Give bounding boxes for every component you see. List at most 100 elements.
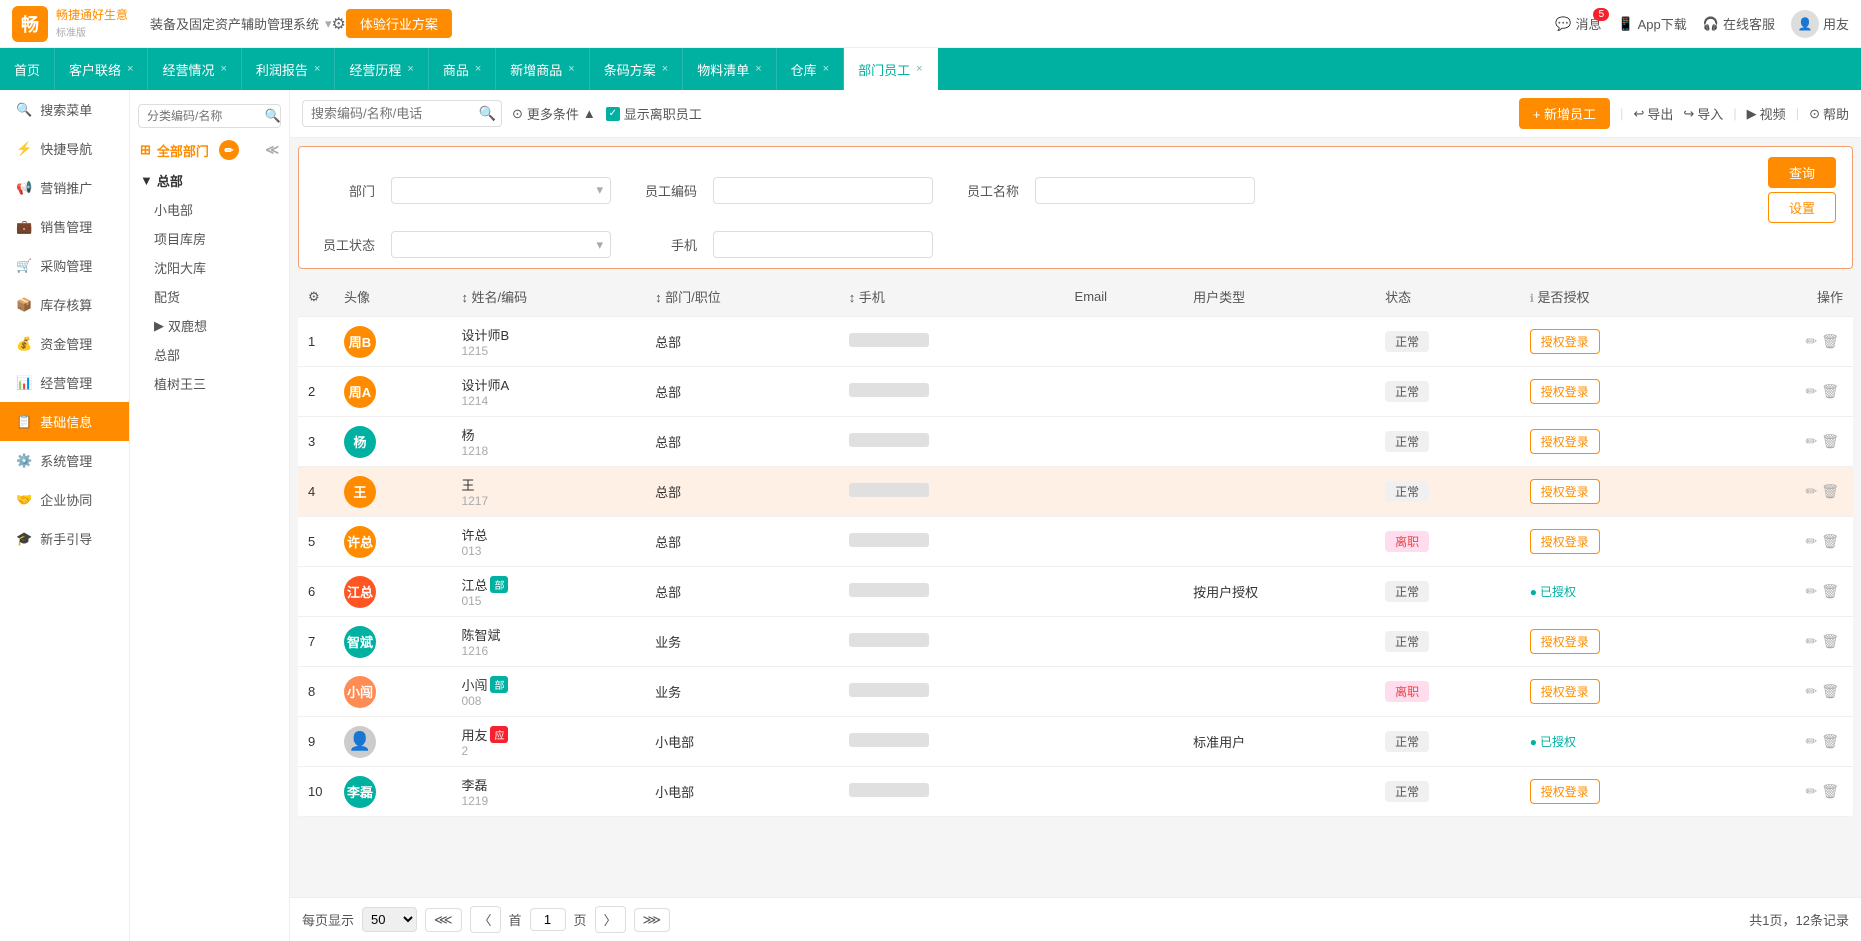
tab-close-icon[interactable]: × [755,63,761,75]
dept-child-shuangluXiang[interactable]: ▶ 双鹿想 [130,311,289,340]
app-download-btn[interactable]: 📱 App下载 [1617,14,1686,33]
phone-filter-input[interactable] [713,231,933,258]
tab-close-icon[interactable]: × [127,63,133,75]
query-btn[interactable]: 查询 [1768,157,1836,188]
emp-code-filter-input[interactable] [713,177,933,204]
delete-btn[interactable]: 🗑 [1821,533,1839,549]
dept-filter-select[interactable] [391,177,611,204]
sidebar-item-搜索菜单[interactable]: 🔍搜索菜单 [0,90,129,129]
edit-btn[interactable]: ✏ [1805,633,1817,649]
dept-child-zongbu2[interactable]: 总部 [130,340,289,369]
online-service-btn[interactable]: 🎧 在线客服 [1703,14,1775,33]
last-page-btn[interactable]: ⋙ [634,908,671,932]
auth-btn[interactable]: 授权登录 [1530,429,1600,454]
dept-search-input[interactable] [138,104,281,128]
sidebar-item-经营管理[interactable]: 📊经营管理 [0,363,129,402]
dept-child-shenyangDaku[interactable]: 沈阳大库 [130,253,289,282]
message-btn[interactable]: 💬 消息 5 [1555,14,1601,33]
tab-close-icon[interactable]: × [475,63,481,75]
delete-btn[interactable]: 🗑 [1821,683,1839,699]
more-conditions-btn[interactable]: ⊙ 更多条件 ▲ [512,104,596,123]
dept-group-zongbu[interactable]: ▼ 总部 [130,166,289,195]
tab-close-icon[interactable]: × [662,63,668,75]
auth-btn[interactable]: 授权登录 [1530,629,1600,654]
export-btn[interactable]: ↩ 导出 [1633,104,1673,123]
tab-close-icon[interactable]: × [568,63,574,75]
edit-btn[interactable]: ✏ [1805,583,1817,599]
first-page-btn[interactable]: ⋘ [425,908,462,932]
delete-btn[interactable]: 🗑 [1821,333,1839,349]
tab-close-icon[interactable]: × [314,63,320,75]
edit-btn[interactable]: ✏ [1805,483,1817,499]
nav-tab-商品[interactable]: 商品× [429,48,496,90]
tab-close-icon[interactable]: × [916,63,922,75]
emp-status-filter-select[interactable] [391,231,611,258]
prev-page-btn[interactable]: 〈 [470,906,501,933]
view-btn[interactable]: ▶ 视频 [1747,104,1786,123]
auth-btn[interactable]: 授权登录 [1530,529,1600,554]
auth-btn[interactable]: 授权登录 [1530,479,1600,504]
gear-button[interactable]: ⚙ [332,14,346,34]
user-area[interactable]: 👤 用友 [1791,10,1849,38]
nav-tab-首页[interactable]: 首页 [0,48,55,90]
tab-close-icon[interactable]: × [220,63,226,75]
edit-btn[interactable]: ✏ [1805,733,1817,749]
set-btn[interactable]: 设置 [1768,192,1836,223]
edit-btn[interactable]: ✏ [1805,433,1817,449]
nav-tab-利润报告[interactable]: 利润报告× [242,48,335,90]
edit-btn[interactable]: ✏ [1805,683,1817,699]
dept-all-item[interactable]: ⊞ 全部部门 ✏ ≪ [130,134,289,166]
dept-child-peihuo[interactable]: 配货 [130,282,289,311]
experience-btn[interactable]: 体验行业方案 [346,9,452,38]
delete-btn[interactable]: 🗑 [1821,783,1839,799]
show-resigned-toggle[interactable]: ✓ 显示离职员工 [606,104,702,123]
sidebar-item-销售管理[interactable]: 💼销售管理 [0,207,129,246]
help-btn[interactable]: ⊙ 帮助 [1809,104,1849,123]
dept-child-xiaodianbu[interactable]: 小电部 [130,195,289,224]
search-icon[interactable]: 🔍 [479,105,496,122]
import-btn[interactable]: ↪ 导入 [1683,104,1723,123]
page-input[interactable] [530,908,566,931]
dept-collapse-icon[interactable]: ≪ [265,142,279,158]
delete-btn[interactable]: 🗑 [1821,583,1839,599]
sidebar-item-资金管理[interactable]: 💰资金管理 [0,324,129,363]
delete-btn[interactable]: 🗑 [1821,733,1839,749]
auth-btn[interactable]: 授权登录 [1530,779,1600,804]
delete-btn[interactable]: 🗑 [1821,383,1839,399]
add-emp-btn[interactable]: + 新增员工 [1519,98,1610,129]
col-dept[interactable]: ↕ 部门/职位 [645,277,839,317]
sidebar-item-系统管理[interactable]: ⚙️系统管理 [0,441,129,480]
per-page-select[interactable]: 50 100 [362,907,417,932]
sidebar-item-采购管理[interactable]: 🛒采购管理 [0,246,129,285]
next-page-btn[interactable]: 〉 [595,906,626,933]
sidebar-item-营销推广[interactable]: 📢营销推广 [0,168,129,207]
tab-close-icon[interactable]: × [407,63,413,75]
nav-tab-新增商品[interactable]: 新增商品× [496,48,589,90]
nav-tab-经营情况[interactable]: 经营情况× [148,48,241,90]
col-name[interactable]: ↕ 姓名/编码 [451,277,645,317]
auth-btn[interactable]: 授权登录 [1530,379,1600,404]
auth-btn[interactable]: 授权登录 [1530,329,1600,354]
auth-btn[interactable]: 授权登录 [1530,679,1600,704]
sidebar-item-企业协同[interactable]: 🤝企业协同 [0,480,129,519]
nav-tab-客户联络[interactable]: 客户联络× [55,48,148,90]
sidebar-item-库存核算[interactable]: 📦库存核算 [0,285,129,324]
tab-close-icon[interactable]: × [823,63,829,75]
nav-tab-经营历程[interactable]: 经营历程× [335,48,428,90]
edit-btn[interactable]: ✏ [1805,383,1817,399]
delete-btn[interactable]: 🗑 [1821,433,1839,449]
dept-child-zhishuWangsan[interactable]: 植树王三 [130,369,289,398]
dept-edit-icon[interactable]: ✏ [219,140,239,160]
edit-btn[interactable]: ✏ [1805,333,1817,349]
dept-child-xiangmuKufang[interactable]: 项目库房 [130,224,289,253]
nav-tab-条码方案[interactable]: 条码方案× [590,48,683,90]
emp-name-filter-input[interactable] [1035,177,1255,204]
col-phone[interactable]: ↕ 手机 [839,277,1065,317]
col-settings[interactable]: ⚙ [298,277,334,317]
sidebar-item-快捷导航[interactable]: ⚡快捷导航 [0,129,129,168]
edit-btn[interactable]: ✏ [1805,533,1817,549]
search-input[interactable] [302,100,502,127]
edit-btn[interactable]: ✏ [1805,783,1817,799]
sidebar-item-新手引导[interactable]: 🎓新手引导 [0,519,129,558]
nav-tab-仓库[interactable]: 仓库× [777,48,844,90]
